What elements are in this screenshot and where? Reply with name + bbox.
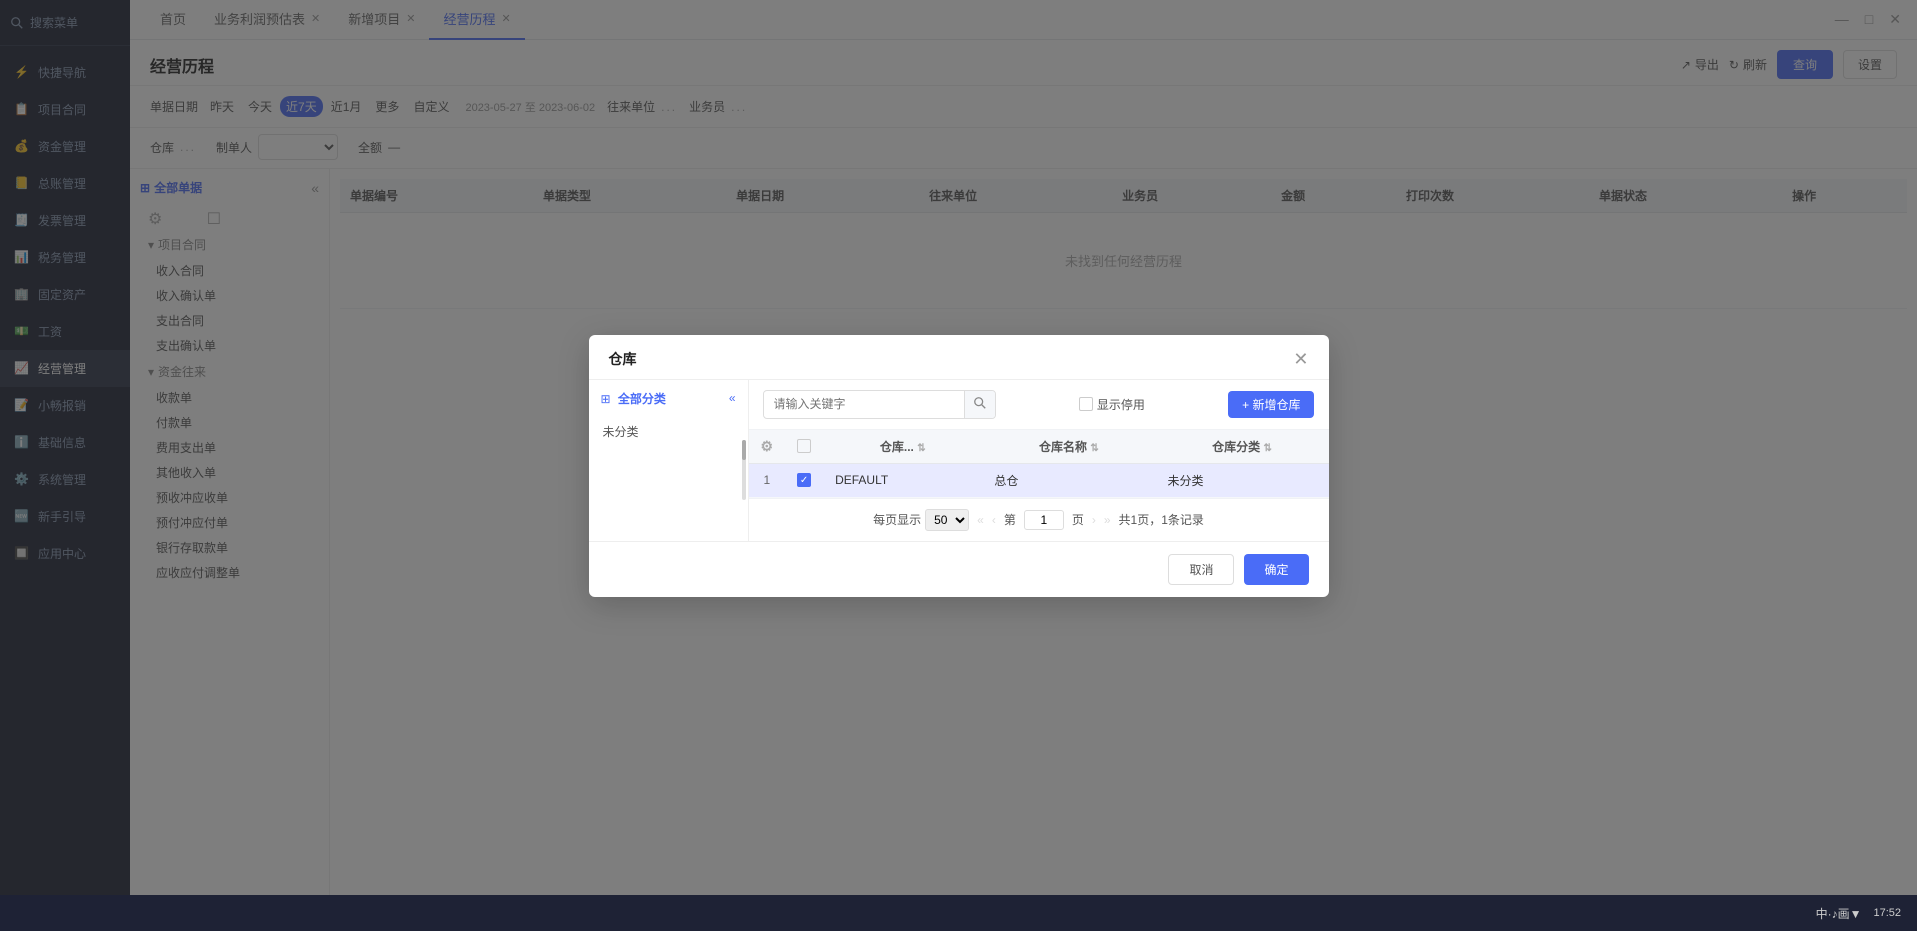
modal-pagination: 每页显示 50 « ‹ 第 页 › » 共1页，1条记录	[749, 498, 1329, 541]
modal-body: ⊞ 全部分类 « 未分类	[589, 380, 1329, 541]
modal-right-panel: 显示停用 + 新增仓库 ⚙ 仓库...	[749, 380, 1329, 541]
th-settings: ⚙	[749, 430, 786, 464]
modal-page-size: 每页显示 50	[873, 509, 969, 531]
taskbar-icons: 中·♪画▼	[1816, 905, 1862, 922]
modal-backdrop: 仓库 ✕ ⊞ 全部分类 « 未分类	[0, 0, 1917, 931]
select-all-checkbox[interactable]	[797, 439, 811, 453]
modal-table-wrap: ⚙ 仓库... 仓库名称 仓库分类	[749, 430, 1329, 498]
collapse-modal-left-icon[interactable]: «	[729, 391, 736, 405]
apps-icon: ⊞	[601, 392, 611, 406]
show-disabled-label: 显示停用	[1097, 396, 1145, 413]
th-warehouse-category[interactable]: 仓库分类	[1155, 430, 1328, 464]
taskbar-time: 17:52	[1873, 907, 1901, 919]
modal-table-header: ⚙ 仓库... 仓库名称 仓库分类	[749, 430, 1329, 464]
modal-close-button[interactable]: ✕	[1293, 350, 1308, 368]
modal-left-panel: ⊞ 全部分类 « 未分类	[589, 380, 749, 541]
th-checkbox	[785, 430, 823, 464]
show-disabled-checkbox[interactable]	[1079, 397, 1093, 411]
row-checkbox-cell: ✓	[785, 463, 823, 497]
warehouse-modal: 仓库 ✕ ⊞ 全部分类 « 未分类	[589, 335, 1329, 597]
modal-warehouse-table: ⚙ 仓库... 仓库名称 仓库分类	[749, 430, 1329, 498]
tray-label: 中·♪画▼	[1816, 905, 1862, 922]
modal-page-label: 第	[1004, 511, 1016, 528]
modal-page-input[interactable]	[1024, 510, 1064, 530]
settings-col-icon[interactable]: ⚙	[761, 438, 774, 454]
search-icon	[973, 396, 987, 410]
warehouse-code-cell: DEFAULT	[823, 463, 982, 497]
modal-next-page[interactable]: ›	[1092, 513, 1096, 527]
modal-first-page[interactable]: «	[977, 513, 984, 527]
row-checkbox[interactable]: ✓	[797, 473, 811, 487]
modal-page-unit: 页	[1072, 511, 1084, 528]
warehouse-category-cell: 未分类	[1155, 463, 1328, 497]
modal-toolbar: 显示停用 + 新增仓库	[749, 380, 1329, 430]
scrollbar-thumb[interactable]	[742, 440, 746, 460]
modal-per-page-select[interactable]: 50	[925, 509, 969, 531]
th-warehouse-code[interactable]: 仓库...	[823, 430, 982, 464]
modal-prev-page[interactable]: ‹	[992, 513, 996, 527]
table-row[interactable]: 1 ✓ DEFAULT 总仓	[749, 463, 1329, 497]
all-category-label: ⊞ 全部分类	[601, 390, 666, 407]
confirm-button[interactable]: 确定	[1244, 554, 1308, 585]
modal-per-page-label: 每页显示	[873, 511, 921, 528]
row-index: 1	[749, 463, 786, 497]
add-warehouse-button[interactable]: + 新增仓库	[1228, 391, 1314, 418]
modal-total-info: 共1页，1条记录	[1119, 511, 1204, 528]
modal-footer: 取消 确定	[589, 541, 1329, 597]
modal-title: 仓库	[609, 349, 637, 369]
taskbar: 中·♪画▼ 17:52	[0, 895, 1917, 931]
show-disabled-group: 显示停用	[1079, 396, 1145, 413]
modal-search-button[interactable]	[964, 391, 995, 418]
cancel-button[interactable]: 取消	[1168, 554, 1234, 585]
warehouse-name-cell: 总仓	[982, 463, 1155, 497]
modal-uncategorized[interactable]: 未分类	[589, 415, 748, 448]
modal-search	[763, 390, 996, 419]
modal-search-input[interactable]	[764, 392, 964, 416]
modal-header: 仓库 ✕	[589, 335, 1329, 380]
th-warehouse-name[interactable]: 仓库名称	[982, 430, 1155, 464]
modal-category-header: ⊞ 全部分类 «	[589, 390, 748, 415]
modal-last-page[interactable]: »	[1104, 513, 1111, 527]
